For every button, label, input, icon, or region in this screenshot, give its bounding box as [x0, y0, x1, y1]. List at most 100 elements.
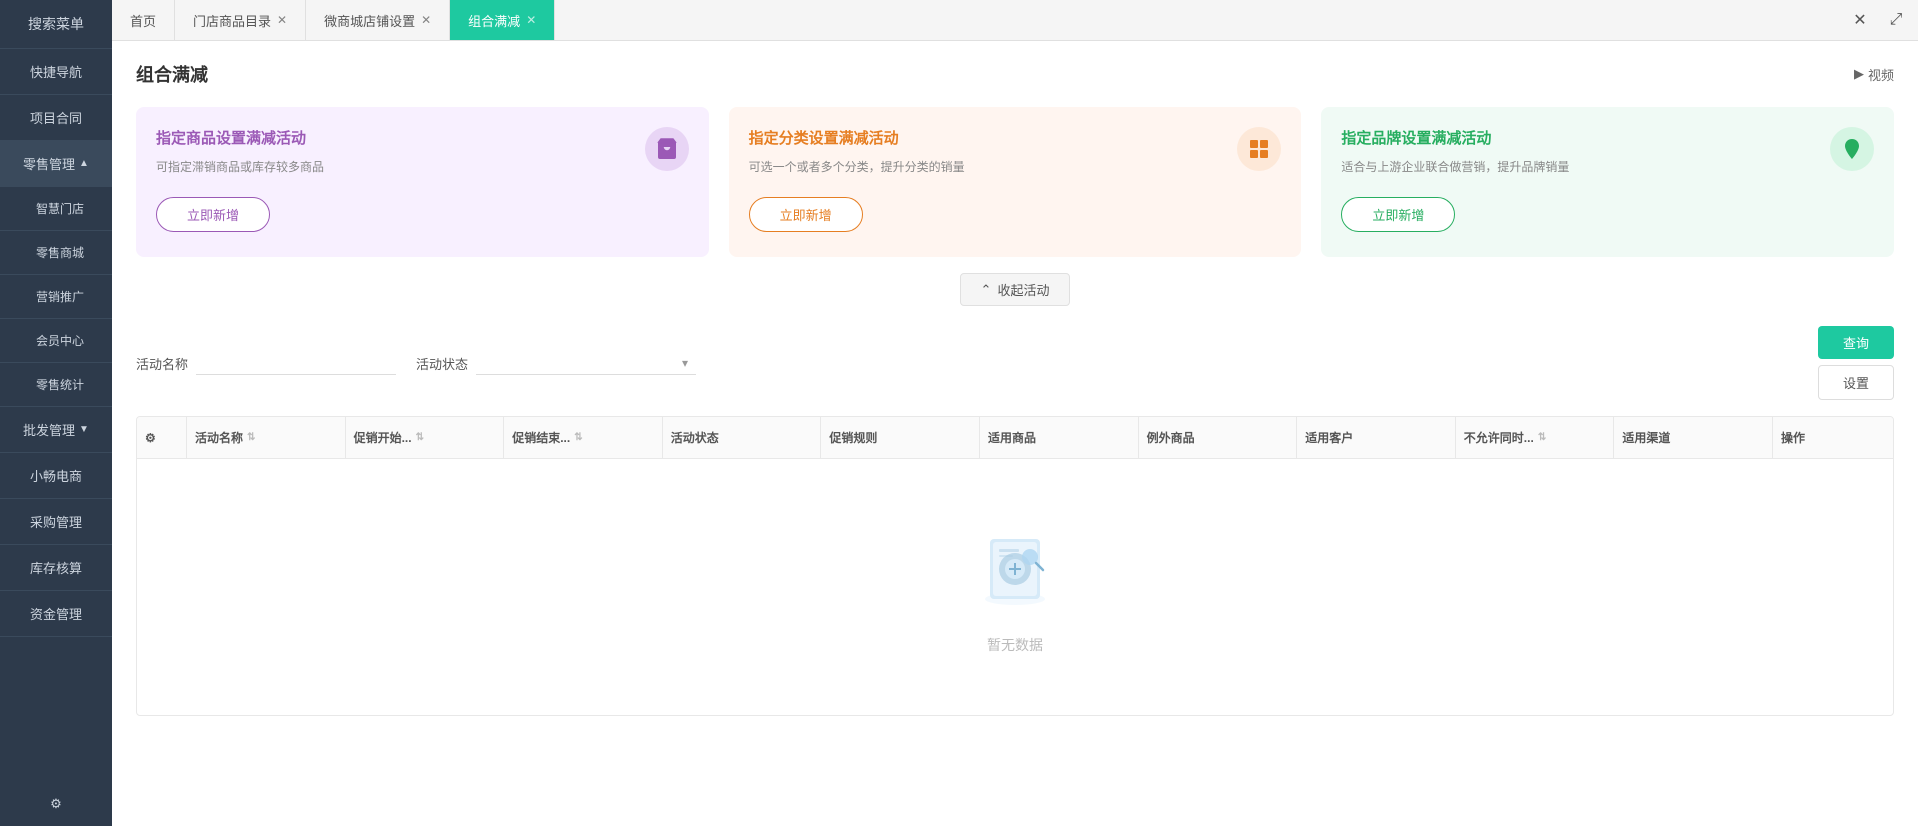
sidebar-settings[interactable]: ⚙: [0, 782, 112, 826]
table-container: ⚙ 活动名称 ⇅ 促销开始... ⇅ 促销结束... ⇅ 活动状态: [136, 416, 1894, 716]
activity-status-input[interactable]: [476, 351, 696, 375]
activity-name-label: 活动名称: [136, 354, 188, 373]
sidebar-search[interactable]: 搜索菜单: [0, 0, 112, 49]
sidebar: 搜索菜单 快捷导航 项目合同 零售管理 ▲ 智慧门店 零售商城 营销推广 会员中…: [0, 0, 112, 826]
chevron-up-icon: ▲: [79, 158, 89, 169]
th-no-overlap-label: 不允许同时...: [1464, 429, 1534, 446]
th-operations-label: 操作: [1781, 429, 1805, 446]
th-applicable-channel: 适用渠道: [1614, 417, 1773, 458]
tab-product-catalog[interactable]: 门店商品目录 ✕: [175, 0, 306, 40]
th-promo-start[interactable]: 促销开始... ⇅: [346, 417, 505, 458]
sort-icon: ⇅: [574, 432, 582, 443]
th-activity-status: 活动状态: [663, 417, 822, 458]
video-link[interactable]: ▶ 视频: [1854, 65, 1894, 84]
activity-name-field: 活动名称: [136, 351, 396, 375]
sort-icon: ⇅: [1538, 432, 1546, 443]
th-applicable-products-label: 适用商品: [988, 429, 1036, 446]
activity-status-wrapper: ▾: [476, 351, 696, 375]
search-actions: 查询 设置: [1818, 326, 1894, 400]
th-settings[interactable]: ⚙: [137, 417, 187, 458]
sidebar-item-marketing[interactable]: 营销推广: [0, 275, 112, 319]
tab-combo-discount-close[interactable]: ✕: [526, 13, 536, 27]
th-applicable-customers: 适用客户: [1297, 417, 1456, 458]
tab-home[interactable]: 首页: [112, 0, 175, 40]
window-close-btn[interactable]: ✕: [1846, 6, 1874, 34]
sidebar-item-label: 项目合同: [30, 108, 82, 127]
th-applicable-channel-label: 适用渠道: [1622, 429, 1670, 446]
collapse-row: ⌃ 收起活动: [136, 273, 1894, 306]
sidebar-item-label: 批发管理: [23, 420, 75, 439]
sidebar-item-label: 库存核算: [30, 558, 82, 577]
activity-status-label: 活动状态: [416, 354, 468, 373]
category-card-title: 指定分类设置满减活动: [749, 127, 1282, 148]
table-header: ⚙ 活动名称 ⇅ 促销开始... ⇅ 促销结束... ⇅ 活动状态: [137, 417, 1893, 459]
category-card-btn[interactable]: 立即新增: [749, 197, 863, 232]
category-card: 指定分类设置满减活动 可选一个或者多个分类，提升分类的销量 立即新增: [729, 107, 1302, 257]
sidebar-item-quick-nav[interactable]: 快捷导航: [0, 49, 112, 95]
sidebar-item-label: 零售管理: [23, 154, 75, 173]
th-promo-end-label: 促销结束...: [512, 429, 570, 446]
tab-combo-discount[interactable]: 组合满减 ✕: [450, 0, 555, 40]
chevron-up-icon: ⌃: [981, 282, 992, 298]
th-promo-rule-label: 促销规则: [829, 429, 877, 446]
sidebar-item-purchase-mgmt[interactable]: 采购管理: [0, 499, 112, 545]
sidebar-item-smart-store[interactable]: 智慧门店: [0, 187, 112, 231]
th-applicable-products: 适用商品: [980, 417, 1139, 458]
sidebar-item-label: 智慧门店: [36, 200, 84, 217]
sidebar-item-inventory[interactable]: 库存核算: [0, 545, 112, 591]
product-card-btn[interactable]: 立即新增: [156, 197, 270, 232]
gear-icon: ⚙: [50, 796, 62, 811]
brand-card-title: 指定品牌设置满减活动: [1341, 127, 1874, 148]
search-bar: 活动名称 活动状态 ▾ 查询 设置: [136, 326, 1894, 400]
collapse-label: 收起活动: [997, 280, 1049, 299]
tab-product-catalog-close[interactable]: ✕: [277, 13, 287, 27]
sort-icon: ⇅: [416, 432, 424, 443]
sidebar-item-wholesale-mgmt[interactable]: 批发管理 ▼: [0, 407, 112, 453]
video-label: 视频: [1868, 65, 1894, 84]
settings-icon: ⚙: [145, 431, 156, 445]
th-activity-status-label: 活动状态: [671, 429, 719, 446]
sidebar-item-retail-mgmt[interactable]: 零售管理 ▲: [0, 141, 112, 187]
product-card: 指定商品设置满减活动 可指定滞销商品或库存较多商品 立即新增: [136, 107, 709, 257]
empty-illustration: [965, 519, 1065, 619]
sidebar-item-retail-stats[interactable]: 零售统计: [0, 363, 112, 407]
chevron-down-icon: ▼: [79, 424, 89, 435]
sidebar-item-label: 营销推广: [36, 288, 84, 305]
th-promo-end[interactable]: 促销结束... ⇅: [504, 417, 663, 458]
th-activity-name-label: 活动名称: [195, 429, 243, 446]
settings-button[interactable]: 设置: [1818, 365, 1894, 400]
tab-wechat-store[interactable]: 微商城店铺设置 ✕: [306, 0, 450, 40]
page-content: 组合满减 ▶ 视频 指定商品设置满减活动 可指定滞销商品或库存较多商品 立即新增: [112, 41, 1918, 826]
sidebar-item-label: 小畅电商: [30, 466, 82, 485]
sidebar-item-label: 采购管理: [30, 512, 82, 531]
tab-wechat-store-label: 微商城店铺设置: [324, 11, 415, 30]
th-applicable-customers-label: 适用客户: [1305, 429, 1353, 446]
th-activity-name[interactable]: 活动名称 ⇅: [187, 417, 346, 458]
page-header: 组合满减 ▶ 视频: [136, 61, 1894, 87]
window-maximize-btn[interactable]: ⤢: [1882, 6, 1910, 34]
main-content: 首页 门店商品目录 ✕ 微商城店铺设置 ✕ 组合满减 ✕ ✕ ⤢ 组合满减 ▶ …: [112, 0, 1918, 826]
sidebar-item-label: 资金管理: [30, 604, 82, 623]
sidebar-item-label: 快捷导航: [30, 62, 82, 81]
sidebar-item-xiaochang[interactable]: 小畅电商: [0, 453, 112, 499]
sidebar-item-member-center[interactable]: 会员中心: [0, 319, 112, 363]
tab-product-catalog-label: 门店商品目录: [193, 11, 271, 30]
th-promo-rule: 促销规则: [821, 417, 980, 458]
sidebar-item-retail-mall[interactable]: 零售商城: [0, 231, 112, 275]
activity-name-input[interactable]: [196, 351, 396, 375]
th-excluded-products-label: 例外商品: [1147, 429, 1195, 446]
cards-row: 指定商品设置满减活动 可指定滞销商品或库存较多商品 立即新增 指定分类设置满减活…: [136, 107, 1894, 257]
brand-card-btn[interactable]: 立即新增: [1341, 197, 1455, 232]
collapse-btn[interactable]: ⌃ 收起活动: [960, 273, 1071, 306]
query-button[interactable]: 查询: [1818, 326, 1894, 359]
sidebar-item-label: 零售商城: [36, 244, 84, 261]
tab-wechat-store-close[interactable]: ✕: [421, 13, 431, 27]
sidebar-item-finance[interactable]: 资金管理: [0, 591, 112, 637]
th-no-overlap[interactable]: 不允许同时... ⇅: [1456, 417, 1615, 458]
product-card-desc: 可指定滞销商品或库存较多商品: [156, 158, 689, 177]
tab-combo-discount-label: 组合满减: [468, 11, 520, 30]
sidebar-item-project-contract[interactable]: 项目合同: [0, 95, 112, 141]
activity-status-field: 活动状态 ▾: [416, 351, 696, 375]
play-circle-icon: ▶: [1854, 66, 1864, 82]
tab-actions: ✕ ⤢: [1846, 6, 1918, 34]
